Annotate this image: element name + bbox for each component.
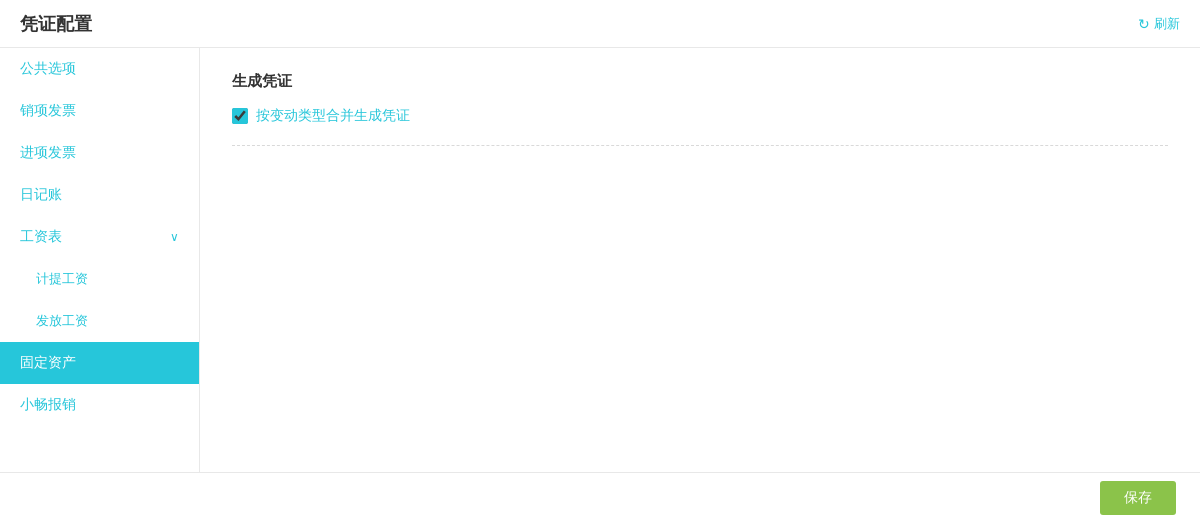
sidebar-label-sales-invoice: 销项发票: [20, 102, 76, 120]
sidebar-item-purchase-invoice[interactable]: 进项发票: [0, 132, 199, 174]
refresh-label: 刷新: [1154, 15, 1180, 33]
checkbox-row: 按变动类型合并生成凭证: [232, 107, 1168, 125]
sidebar-label-payroll-table: 工资表: [20, 228, 62, 246]
sidebar-label-public-options: 公共选项: [20, 60, 76, 78]
page-title: 凭证配置: [20, 12, 92, 36]
sidebar-item-payroll-table[interactable]: 工资表 ∨: [0, 216, 199, 258]
sidebar-item-public-options[interactable]: 公共选项: [0, 48, 199, 90]
sidebar-label-purchase-invoice: 进项发票: [20, 144, 76, 162]
section-title: 生成凭证: [232, 72, 1168, 91]
sidebar-label-calc-salary: 计提工资: [36, 270, 88, 288]
section-divider: [232, 145, 1168, 146]
sidebar-label-fixed-assets: 固定资产: [20, 354, 76, 372]
merge-by-type-label[interactable]: 按变动类型合并生成凭证: [256, 107, 410, 125]
content-area: 生成凭证 按变动类型合并生成凭证: [200, 48, 1200, 472]
sidebar: 公共选项 销项发票 进项发票 日记账 工资表 ∨ 计提工资 发放工资 固定资产 …: [0, 48, 200, 472]
sidebar-item-fixed-assets[interactable]: 固定资产: [0, 342, 199, 384]
refresh-button[interactable]: ↻ 刷新: [1138, 15, 1180, 33]
sidebar-label-journal: 日记账: [20, 186, 62, 204]
sidebar-label-expense-report: 小畅报销: [20, 396, 76, 414]
sidebar-item-journal[interactable]: 日记账: [0, 174, 199, 216]
refresh-icon: ↻: [1138, 16, 1150, 32]
sidebar-item-calc-salary[interactable]: 计提工资: [0, 258, 199, 300]
save-button[interactable]: 保存: [1100, 481, 1176, 515]
merge-by-type-checkbox[interactable]: [232, 108, 248, 124]
main-container: 公共选项 销项发票 进项发票 日记账 工资表 ∨ 计提工资 发放工资 固定资产 …: [0, 48, 1200, 472]
sidebar-item-sales-invoice[interactable]: 销项发票: [0, 90, 199, 132]
chevron-down-icon: ∨: [170, 230, 179, 244]
sidebar-item-pay-salary[interactable]: 发放工资: [0, 300, 199, 342]
sidebar-item-expense-report[interactable]: 小畅报销: [0, 384, 199, 426]
sidebar-label-pay-salary: 发放工资: [36, 312, 88, 330]
header: 凭证配置 ↻ 刷新: [0, 0, 1200, 48]
footer: 保存: [0, 472, 1200, 522]
